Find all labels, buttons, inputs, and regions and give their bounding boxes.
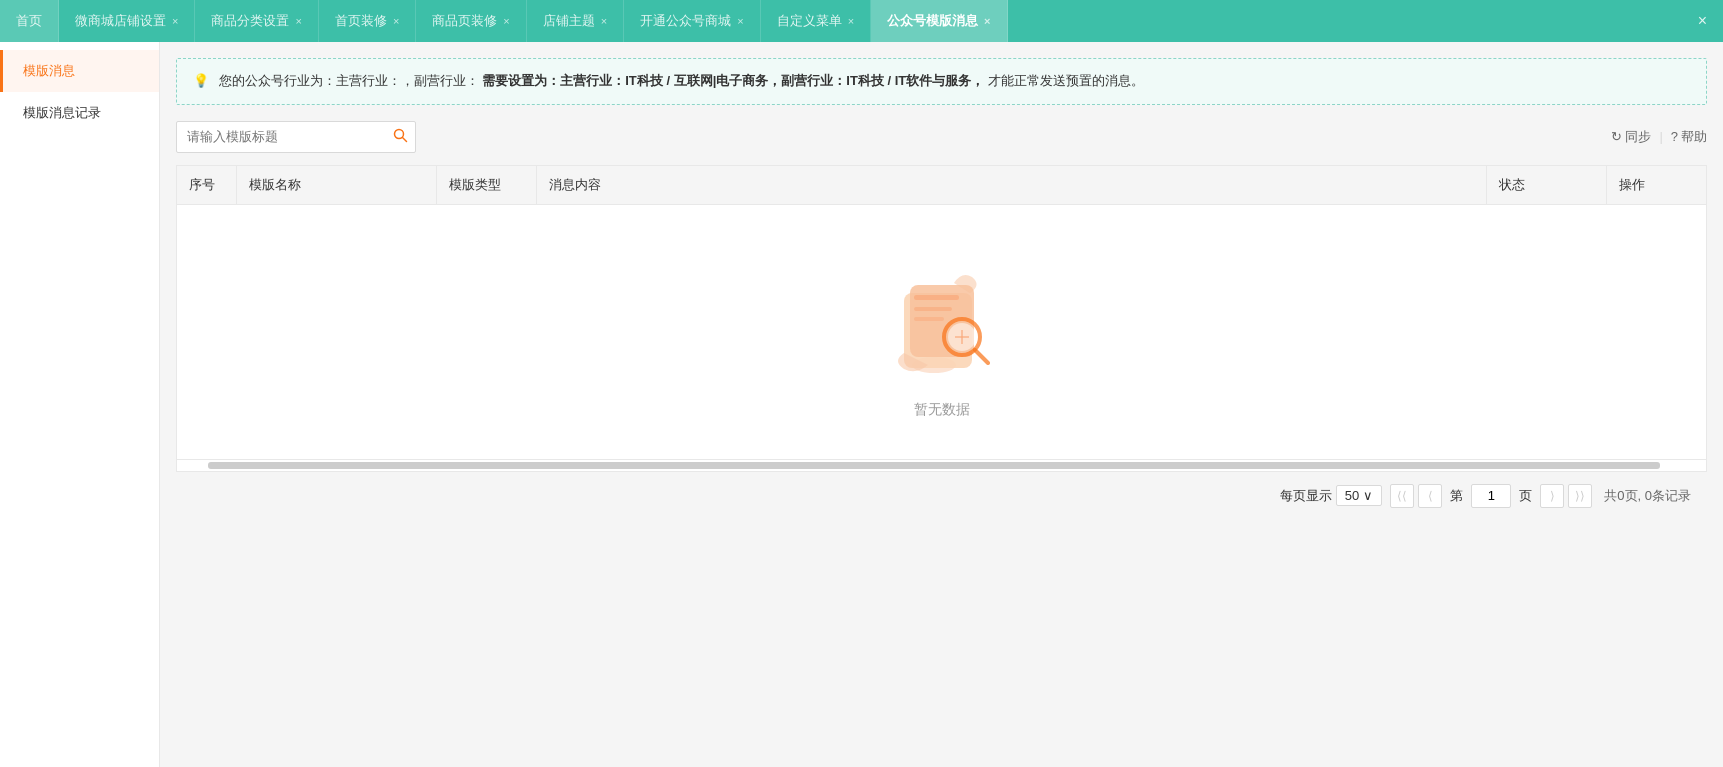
- tab-micro-shop-label: 微商城店铺设置: [75, 12, 166, 30]
- page-last-button[interactable]: ⟩⟩: [1568, 484, 1592, 508]
- sidebar-item-template-record[interactable]: 模版消息记录: [0, 92, 159, 134]
- tab-template-msg-close[interactable]: ×: [984, 16, 990, 27]
- page-next-button[interactable]: ⟩: [1540, 484, 1564, 508]
- tab-open-public[interactable]: 开通公众号商城 ×: [624, 0, 760, 42]
- notice-icon: 💡: [193, 73, 209, 88]
- tab-template-msg[interactable]: 公众号模版消息 ×: [871, 0, 1007, 42]
- tab-shop-theme-close[interactable]: ×: [601, 16, 607, 27]
- tab-custom-menu[interactable]: 自定义菜单 ×: [761, 0, 871, 42]
- tab-home[interactable]: 首页: [0, 0, 59, 42]
- svg-line-10: [975, 350, 988, 363]
- tab-product-category[interactable]: 商品分类设置 ×: [195, 0, 318, 42]
- tab-open-public-label: 开通公众号商城: [640, 12, 731, 30]
- scrollbar-thumb: [208, 462, 1661, 469]
- tab-open-public-close[interactable]: ×: [737, 16, 743, 27]
- tab-product-decor-label: 商品页装修: [432, 12, 497, 30]
- help-label: 帮助: [1681, 128, 1707, 146]
- svg-rect-5: [914, 295, 959, 300]
- empty-text: 暂无数据: [914, 401, 970, 419]
- col-seq: 序号: [177, 165, 237, 204]
- empty-icon: [882, 265, 1002, 385]
- table-empty-row: 暂无数据: [177, 204, 1707, 459]
- tab-home-label: 首页: [16, 12, 42, 30]
- tab-custom-menu-close[interactable]: ×: [848, 16, 854, 27]
- svg-rect-7: [914, 317, 944, 321]
- col-content: 消息内容: [537, 165, 1487, 204]
- page-size-label: 每页显示: [1280, 487, 1332, 505]
- page-first-button[interactable]: ⟨⟨: [1390, 484, 1414, 508]
- help-button[interactable]: ? 帮助: [1671, 128, 1707, 146]
- page-label-after: 页: [1519, 487, 1532, 505]
- help-icon: ?: [1671, 129, 1678, 144]
- sync-button[interactable]: ↻ 同步: [1611, 128, 1651, 146]
- main-layout: 模版消息 模版消息记录 💡 您的公众号行业为：主营行业：，副营行业： 需要设置为…: [0, 42, 1723, 767]
- tab-shop-theme-label: 店铺主题: [543, 12, 595, 30]
- col-type: 模版类型: [437, 165, 537, 204]
- tab-product-decor-close[interactable]: ×: [503, 16, 509, 27]
- tab-bar: 首页 微商城店铺设置 × 商品分类设置 × 首页装修 × 商品页装修 × 店铺主…: [0, 0, 1723, 42]
- search-input[interactable]: [176, 121, 416, 153]
- svg-line-1: [403, 137, 407, 141]
- notice-prefix: 您的公众号行业为：主营行业：，副营行业：: [219, 73, 479, 88]
- notice-box: 💡 您的公众号行业为：主营行业：，副营行业： 需要设置为：主营行业：IT科技 /…: [176, 58, 1707, 105]
- sidebar-item-template-record-label: 模版消息记录: [23, 105, 101, 120]
- pagination: 每页显示 50 ∨ ⟨⟨ ⟨ 第 页 ⟩ ⟩⟩ 共0页, 0条记录: [176, 472, 1707, 508]
- table-header-row: 序号 模版名称 模版类型 消息内容 状态 操作: [177, 165, 1707, 204]
- col-action: 操作: [1607, 165, 1707, 204]
- tab-template-msg-label: 公众号模版消息: [887, 12, 978, 30]
- data-table: 序号 模版名称 模版类型 消息内容 状态 操作: [176, 165, 1707, 460]
- svg-rect-6: [914, 307, 952, 311]
- search-input-wrap: [176, 121, 416, 153]
- sidebar: 模版消息 模版消息记录: [0, 42, 160, 767]
- search-bar: ↻ 同步 | ? 帮助: [176, 121, 1707, 153]
- content-area: 💡 您的公众号行业为：主营行业：，副营行业： 需要设置为：主营行业：IT科技 /…: [160, 42, 1723, 767]
- page-prev-button[interactable]: ⟨: [1418, 484, 1442, 508]
- sidebar-item-template-msg-label: 模版消息: [23, 63, 75, 78]
- tab-product-category-close[interactable]: ×: [295, 16, 301, 27]
- page-size-value: 50: [1345, 488, 1359, 503]
- col-status: 状态: [1487, 165, 1607, 204]
- page-size-select: 每页显示 50 ∨: [1280, 485, 1382, 506]
- toolbar-divider: |: [1659, 129, 1662, 144]
- tab-custom-menu-label: 自定义菜单: [777, 12, 842, 30]
- empty-state: 暂无数据: [177, 205, 1706, 459]
- tab-shop-theme[interactable]: 店铺主题 ×: [527, 0, 624, 42]
- tab-bar-global-close[interactable]: ×: [1682, 0, 1723, 42]
- sync-icon: ↻: [1611, 129, 1622, 144]
- page-size-arrow-icon: ∨: [1363, 488, 1373, 503]
- page-total: 共0页, 0条记录: [1604, 487, 1691, 505]
- toolbar-right: ↻ 同步 | ? 帮助: [1611, 128, 1707, 146]
- table-scrollbar[interactable]: [176, 460, 1707, 472]
- page-nav: ⟨⟨ ⟨ 第 页 ⟩ ⟩⟩ 共0页, 0条记录: [1390, 484, 1691, 508]
- col-name: 模版名称: [237, 165, 437, 204]
- page-size-dropdown[interactable]: 50 ∨: [1336, 485, 1382, 506]
- search-button[interactable]: [393, 128, 408, 146]
- notice-suffix: 才能正常发送预置的消息。: [988, 73, 1144, 88]
- page-number-input[interactable]: [1471, 484, 1511, 508]
- tab-micro-shop-close[interactable]: ×: [172, 16, 178, 27]
- tab-micro-shop[interactable]: 微商城店铺设置 ×: [59, 0, 195, 42]
- tab-home-decor-label: 首页装修: [335, 12, 387, 30]
- sync-label: 同步: [1625, 128, 1651, 146]
- page-label-before: 第: [1450, 487, 1463, 505]
- tab-home-decor[interactable]: 首页装修 ×: [319, 0, 416, 42]
- notice-highlight: 需要设置为：主营行业：IT科技 / 互联网|电子商务，副营行业：IT科技 / I…: [482, 73, 984, 88]
- tab-product-category-label: 商品分类设置: [211, 12, 289, 30]
- tab-home-decor-close[interactable]: ×: [393, 16, 399, 27]
- sidebar-item-template-msg[interactable]: 模版消息: [0, 50, 159, 92]
- tab-product-decor[interactable]: 商品页装修 ×: [416, 0, 526, 42]
